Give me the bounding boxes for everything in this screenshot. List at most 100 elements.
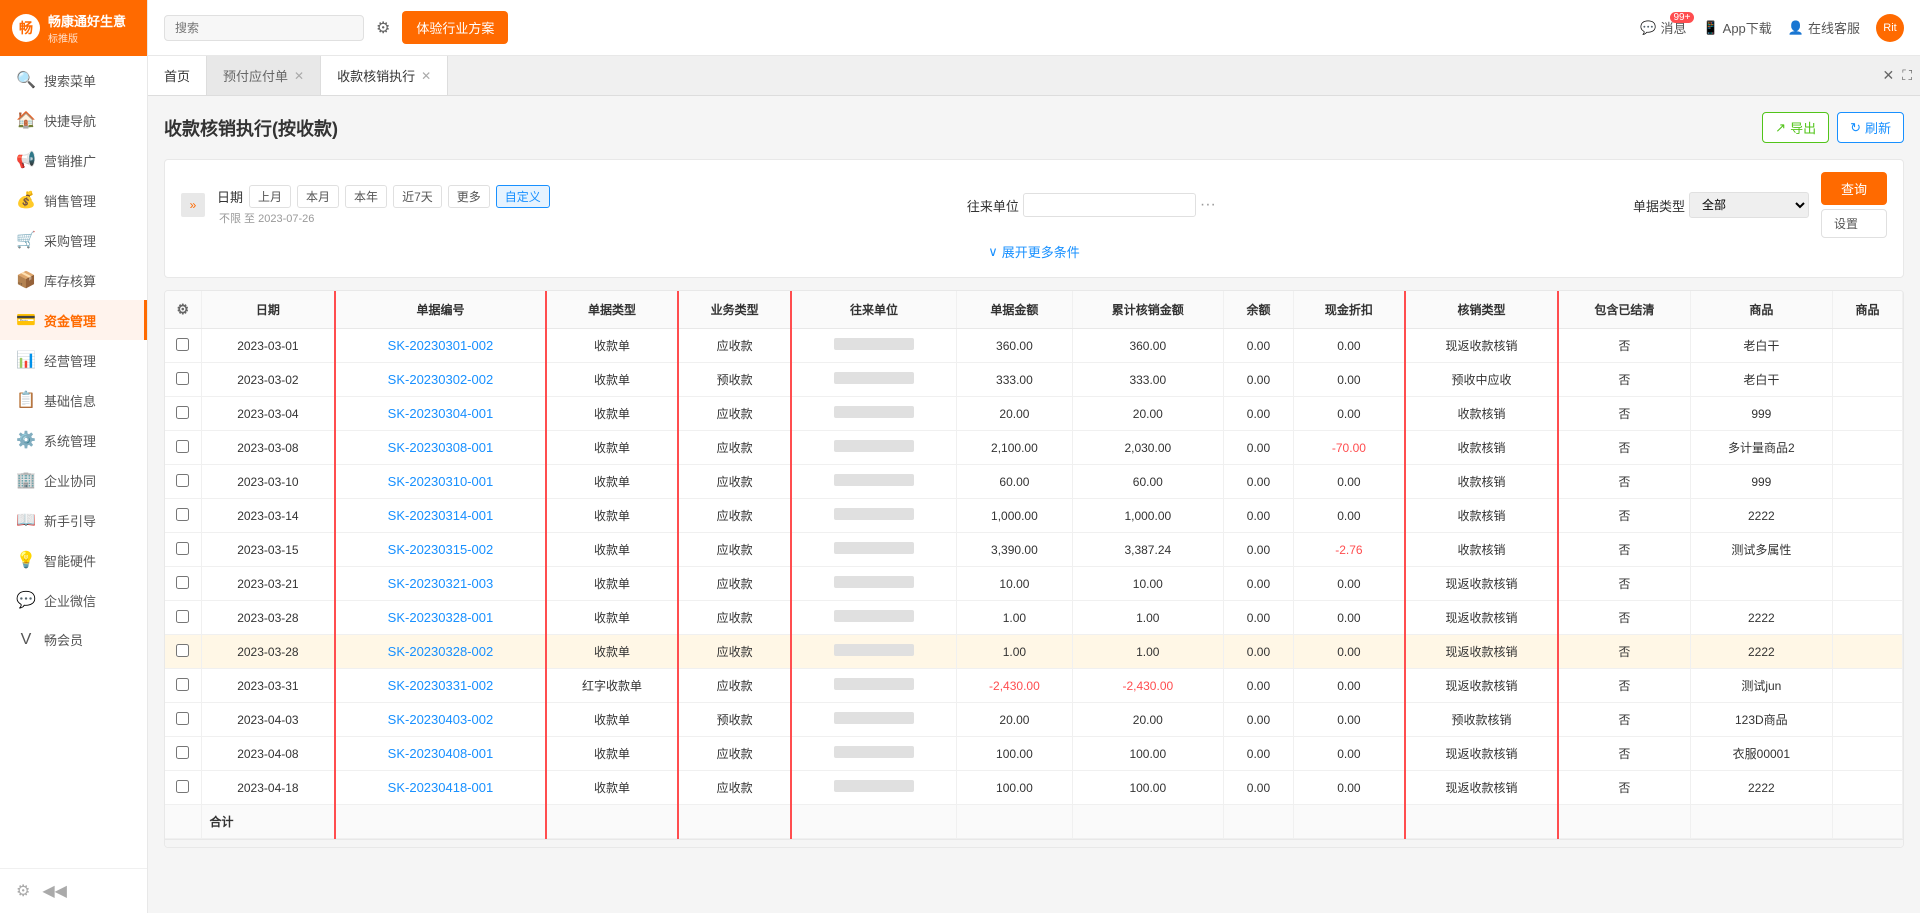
filter-settings-button[interactable]: 设置 [1821,209,1887,238]
tab-predeposit-close[interactable]: ✕ [294,69,304,83]
sidebar-item-basic[interactable]: 📋基础信息 [0,380,147,420]
tab-writeoff[interactable]: 收款核销执行 ✕ [321,56,448,95]
cell-checkbox[interactable] [165,431,201,465]
service-action[interactable]: 👤 在线客服 [1788,18,1860,37]
row-checkbox[interactable] [176,406,189,419]
cell-checkbox[interactable] [165,635,201,669]
table-h-scrollbar[interactable] [165,839,1903,847]
date-this-year[interactable]: 本年 [345,185,387,208]
row-checkbox[interactable] [176,508,189,521]
sidebar-item-quicknav[interactable]: 🏠快捷导航 [0,100,147,140]
sidebar-item-search[interactable]: 🔍搜索菜单 [0,60,147,100]
gear-icon[interactable]: ⚙ [376,18,390,38]
date-last-month[interactable]: 上月 [249,185,291,208]
search-box[interactable] [164,15,364,41]
cell-checkbox[interactable] [165,329,201,363]
row-checkbox[interactable] [176,542,189,555]
settings-footer-icon[interactable]: ⚙ [16,881,30,901]
bill-no-link[interactable]: SK-20230331-002 [388,678,494,693]
row-checkbox[interactable] [176,678,189,691]
table-header-row: ⚙ 日期 单据编号 单据类型 业务类型 往来单位 单据金额 累计核销金额 余额 … [165,291,1903,329]
maximize-button[interactable]: ⛶ [1902,67,1912,84]
cell-checkbox[interactable] [165,465,201,499]
sidebar-item-inventory[interactable]: 📦库存核算 [0,260,147,300]
th-settings[interactable]: ⚙ [165,291,201,329]
date-last-7-days[interactable]: 近7天 [393,185,442,208]
row-checkbox[interactable] [176,372,189,385]
cell-bill-no: SK-20230328-001 [335,601,545,635]
row-checkbox[interactable] [176,780,189,793]
cell-checkbox[interactable] [165,669,201,703]
tab-home[interactable]: 首页 [148,56,207,95]
cell-checkbox[interactable] [165,771,201,805]
row-checkbox[interactable] [176,746,189,759]
sidebar-item-system[interactable]: ⚙️系统管理 [0,420,147,460]
cell-biz-type: 应收款 [678,601,790,635]
bill-no-link[interactable]: SK-20230302-002 [388,372,494,387]
sidebar-item-guide[interactable]: 📖新手引导 [0,500,147,540]
cell-partner [791,703,957,737]
cell-checkbox[interactable] [165,397,201,431]
th-writeoff-total: 累计核销金额 [1072,291,1224,329]
bill-type-select[interactable]: 全部 收款单 红字收款单 [1689,192,1809,218]
partner-dots[interactable]: ··· [1200,196,1216,214]
filter-collapse-button[interactable]: » [181,193,205,217]
bill-no-link[interactable]: SK-20230304-001 [388,406,494,421]
bill-no-link[interactable]: SK-20230321-003 [388,576,494,591]
user-avatar[interactable]: Rit [1876,14,1904,42]
bill-no-link[interactable]: SK-20230314-001 [388,508,494,523]
filter-more-row: ∨ 展开更多条件 [181,238,1887,265]
bill-no-link[interactable]: SK-20230308-001 [388,440,494,455]
row-checkbox[interactable] [176,712,189,725]
tab-predeposit[interactable]: 预付应付单 ✕ [207,56,321,95]
cell-checkbox[interactable] [165,703,201,737]
settings-icon[interactable]: ⚙ [176,301,189,317]
refresh-button[interactable]: ↻ 刷新 [1837,112,1904,143]
sidebar-item-operations[interactable]: 📊经营管理 [0,340,147,380]
solution-button[interactable]: 体验行业方案 [402,11,508,44]
bill-no-link[interactable]: SK-20230408-001 [388,746,494,761]
row-checkbox[interactable] [176,576,189,589]
cell-cash-discount: 0.00 [1293,737,1405,771]
bill-no-link[interactable]: SK-20230328-001 [388,610,494,625]
app-download-action[interactable]: 📱 App下载 [1702,18,1771,37]
cell-checkbox[interactable] [165,363,201,397]
close-tab-button[interactable]: ✕ [1882,67,1894,84]
row-checkbox[interactable] [176,474,189,487]
bill-no-link[interactable]: SK-20230315-002 [388,542,494,557]
sidebar-item-hardware[interactable]: 💡智能硬件 [0,540,147,580]
cell-include-settled: 否 [1558,737,1690,771]
bill-no-link[interactable]: SK-20230403-002 [388,712,494,727]
cell-checkbox[interactable] [165,499,201,533]
row-checkbox[interactable] [176,644,189,657]
bill-no-link[interactable]: SK-20230328-002 [388,644,494,659]
row-checkbox[interactable] [176,610,189,623]
row-checkbox[interactable] [176,338,189,351]
cell-checkbox[interactable] [165,533,201,567]
row-checkbox[interactable] [176,440,189,453]
tab-writeoff-close[interactable]: ✕ [421,69,431,83]
sidebar-item-wechat[interactable]: 💬企业微信 [0,580,147,620]
search-input[interactable] [164,15,364,41]
date-this-month[interactable]: 本月 [297,185,339,208]
export-button[interactable]: ↗ 导出 [1762,112,1829,143]
partner-input[interactable] [1023,193,1196,217]
date-custom[interactable]: 自定义 [496,185,550,208]
sidebar-item-sales[interactable]: 💰销售管理 [0,180,147,220]
cell-checkbox[interactable] [165,737,201,771]
bill-no-link[interactable]: SK-20230418-001 [388,780,494,795]
bill-no-link[interactable]: SK-20230310-001 [388,474,494,489]
collapse-icon[interactable]: ◀◀ [42,881,67,901]
sidebar-item-member[interactable]: V畅会员 [0,620,147,659]
messages-action[interactable]: 💬 消息 99+ [1640,18,1686,37]
expand-more-button[interactable]: ∨ 展开更多条件 [988,242,1080,261]
cell-checkbox[interactable] [165,567,201,601]
query-button[interactable]: 查询 [1821,172,1887,205]
sidebar-item-marketing[interactable]: 📢营销推广 [0,140,147,180]
bill-no-link[interactable]: SK-20230301-002 [388,338,494,353]
sidebar-item-capital[interactable]: 💳资金管理 [0,300,147,340]
cell-checkbox[interactable] [165,601,201,635]
date-more[interactable]: 更多 [448,185,490,208]
sidebar-item-enterprise[interactable]: 🏢企业协同 [0,460,147,500]
sidebar-item-purchase[interactable]: 🛒采购管理 [0,220,147,260]
